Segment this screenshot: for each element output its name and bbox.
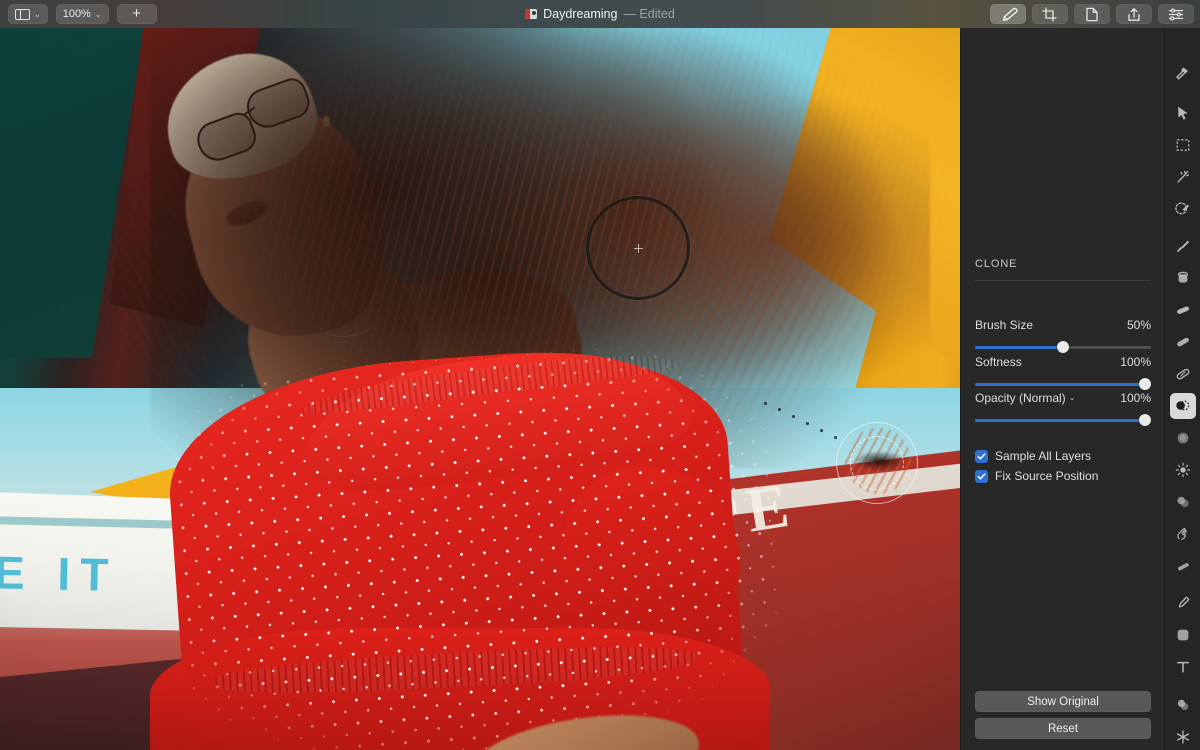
checkbox-checked-icon[interactable] (975, 469, 988, 483)
opacity-control: Opacity (Normal) ⌄ 100% (975, 391, 1151, 426)
checkbox-checked-icon[interactable] (975, 449, 988, 463)
opacity-slider[interactable] (975, 414, 1151, 426)
chevron-down-icon: ⌄ (34, 9, 41, 19)
shape-tool[interactable] (1170, 622, 1196, 648)
brush-crosshair-icon (634, 244, 643, 253)
softness-value: 100% (1120, 355, 1151, 369)
retouch-tool-button[interactable] (990, 4, 1026, 24)
repair-tool[interactable] (1170, 61, 1196, 87)
sample-all-layers-checkbox[interactable]: Sample All Layers (975, 449, 1091, 463)
blemish-tool[interactable] (1170, 329, 1196, 355)
text-tool[interactable] (1170, 654, 1196, 680)
inspector-panel: CLONE Brush Size 50% Softness 100% Opaci… (960, 28, 1164, 750)
crop-tool-button[interactable] (1032, 4, 1068, 24)
marquee-select-tool[interactable] (1170, 132, 1196, 158)
titlebar-left-controls: ⌄ 100% ⌄ + (0, 4, 157, 24)
opacity-label-text: Opacity (Normal) (975, 391, 1066, 405)
brush-size-control: Brush Size 50% (975, 318, 1151, 353)
app-window: GE CAPE E IT (0, 0, 1200, 750)
panels-toggle[interactable]: ⌄ (8, 4, 48, 24)
clone-tool[interactable] (1169, 392, 1196, 419)
magic-wand-tool[interactable] (1170, 164, 1196, 190)
chevron-down-icon[interactable]: ⌄ (1069, 393, 1076, 402)
sample-all-layers-label: Sample All Layers (995, 449, 1092, 463)
plus-icon: + (132, 4, 141, 22)
softness-slider[interactable] (975, 378, 1151, 390)
opacity-label[interactable]: Opacity (Normal) ⌄ (975, 391, 1075, 405)
color-tool[interactable] (1170, 692, 1196, 718)
softness-control: Softness 100% (975, 355, 1151, 390)
share-button[interactable] (1116, 4, 1152, 24)
softness-label: Softness (975, 355, 1022, 369)
clone-source-trail (762, 400, 846, 448)
chevron-down-icon: ⌄ (94, 9, 102, 19)
zoom-level[interactable]: 100% ⌄ (55, 4, 109, 24)
eraser-tool[interactable] (1170, 297, 1196, 323)
show-original-button[interactable]: Show Original (975, 691, 1151, 712)
fix-source-position-checkbox[interactable]: Fix Source Position (975, 469, 1098, 483)
title-bar: ⌄ 100% ⌄ + Daydreaming — Edited (0, 0, 1200, 28)
photo-image: GE CAPE E IT (0, 28, 960, 750)
quick-select-tool[interactable] (1170, 196, 1196, 222)
sidebar-panel-icon (15, 8, 30, 20)
brush-size-label: Brush Size (975, 318, 1034, 332)
adjustments-button[interactable] (1158, 4, 1194, 24)
move-tool[interactable] (1170, 100, 1196, 126)
clone-source-inner-ring (850, 436, 904, 490)
brush-size-slider[interactable] (975, 341, 1151, 353)
gradient-tool[interactable] (1170, 553, 1196, 579)
clone-section-title: CLONE (975, 258, 1018, 270)
dodge-tool[interactable] (1170, 457, 1196, 483)
photo-canvas[interactable]: GE CAPE E IT (0, 28, 960, 750)
zoom-level-label: 100% (62, 8, 91, 20)
layers-tool-button[interactable] (1074, 4, 1110, 24)
blur-tool[interactable] (1170, 425, 1196, 451)
opacity-value: 100% (1120, 391, 1151, 405)
tool-rail (1164, 28, 1200, 750)
titlebar-right-tools (990, 0, 1194, 28)
fix-source-position-label: Fix Source Position (995, 469, 1099, 483)
section-divider (975, 280, 1151, 281)
heal-tool[interactable] (1170, 361, 1196, 387)
reset-button[interactable]: Reset (975, 718, 1151, 739)
add-button[interactable]: + (116, 4, 157, 24)
brush-size-value: 50% (1126, 318, 1151, 332)
pen-tool[interactable] (1170, 590, 1196, 616)
paint-bucket-tool[interactable] (1170, 265, 1196, 291)
burn-tool[interactable] (1170, 489, 1196, 515)
effects-tool[interactable] (1170, 724, 1196, 750)
smudge-tool[interactable] (1170, 521, 1196, 547)
paint-brush-tool[interactable] (1170, 233, 1196, 259)
